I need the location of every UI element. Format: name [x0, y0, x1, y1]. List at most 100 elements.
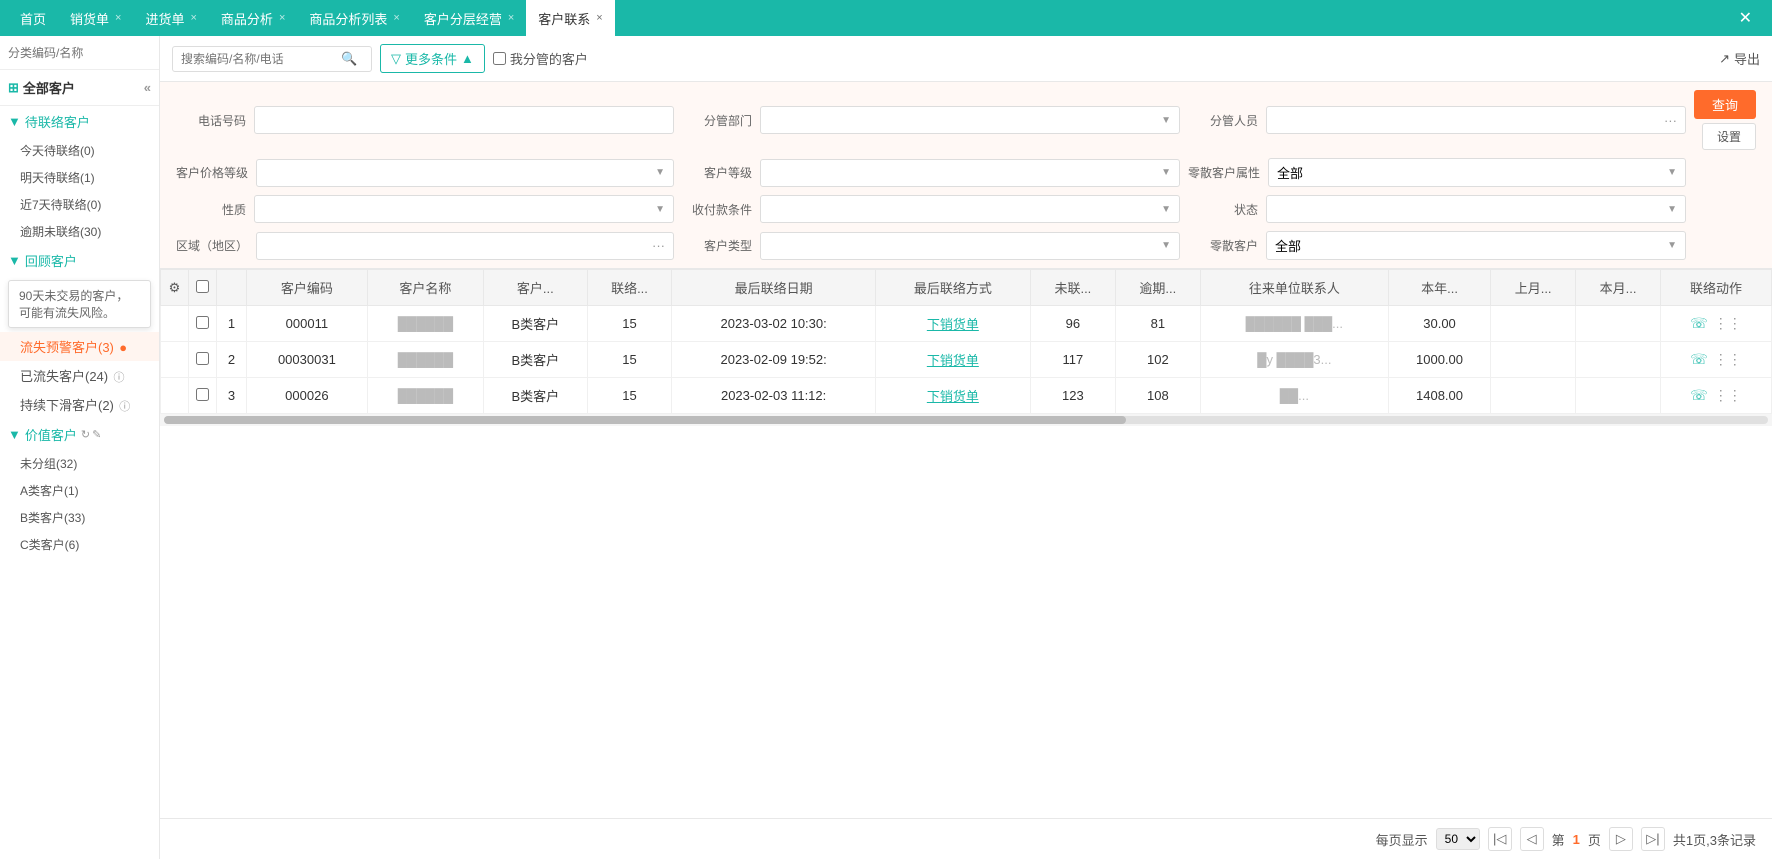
- sidebar-section-pending[interactable]: ▼ 待联络客户: [0, 106, 159, 137]
- settings-button[interactable]: 设置: [1702, 123, 1756, 150]
- toolbar-search-input[interactable]: [181, 52, 341, 66]
- sidebar-collapse-icon[interactable]: «: [144, 80, 151, 95]
- contact-action-icon[interactable]: ☏: [1690, 387, 1708, 404]
- th-last-date[interactable]: 最后联络日期: [672, 270, 875, 306]
- filter-phone-input[interactable]: [254, 106, 674, 134]
- toolbar-search-icon[interactable]: 🔍: [341, 51, 357, 67]
- refresh-icon[interactable]: ↻: [81, 428, 90, 441]
- sidebar-search-input[interactable]: [8, 46, 160, 60]
- more-action-icon[interactable]: ⋮⋮: [1714, 387, 1742, 404]
- nav-tab-analysis-list[interactable]: 商品分析列表 ×: [297, 0, 411, 36]
- nav-tab-analysis[interactable]: 商品分析 ×: [209, 0, 297, 36]
- th-checkbox[interactable]: [189, 270, 217, 306]
- query-button[interactable]: 查询: [1694, 90, 1756, 119]
- nav-home[interactable]: 首页: [8, 0, 58, 36]
- my-customers-checkbox-label[interactable]: 我分管的客户: [493, 49, 588, 68]
- sidebar-all-customers[interactable]: ⊞ 全部客户 «: [0, 70, 159, 106]
- edit-icon[interactable]: ✎: [92, 428, 101, 441]
- per-page-select[interactable]: 50: [1436, 828, 1480, 850]
- nav-tab-purchase[interactable]: 进货单 ×: [133, 0, 208, 36]
- sidebar-item-churned[interactable]: 已流失客户(24) ⓘ: [0, 361, 159, 390]
- sidebar-item-tomorrow[interactable]: 明天待联络(1): [0, 164, 159, 191]
- filter-region-input[interactable]: ···: [256, 232, 674, 260]
- filter-status-select[interactable]: ▼: [1266, 195, 1686, 223]
- th-code[interactable]: 客户编码: [247, 270, 368, 306]
- sidebar-item-today[interactable]: 今天待联络(0): [0, 137, 159, 164]
- first-page-button[interactable]: |◁: [1488, 827, 1512, 851]
- sidebar-item-b-class[interactable]: B类客户(33): [0, 504, 159, 531]
- nav-tab-sales[interactable]: 销货单 ×: [58, 0, 133, 36]
- more-action-icon[interactable]: ⋮⋮: [1714, 315, 1742, 332]
- scrollbar-thumb[interactable]: [164, 416, 1126, 424]
- th-overdue[interactable]: 逾期...: [1115, 270, 1200, 306]
- cell-contacts: 15: [587, 378, 672, 414]
- sidebar-item-overdue[interactable]: 逾期未联络(30): [0, 218, 159, 245]
- sidebar-item-c-class[interactable]: C类客户(6): [0, 531, 159, 558]
- row-checkbox[interactable]: [196, 352, 209, 365]
- filter-retail-attr-select[interactable]: 全部 ▼: [1268, 158, 1686, 187]
- filter-dept-select[interactable]: ▼: [760, 106, 1180, 134]
- th-settings[interactable]: ⚙: [161, 270, 189, 306]
- close-tab-analysis-list-icon[interactable]: ×: [393, 12, 399, 24]
- sidebar-item-ungrouped[interactable]: 未分组(32): [0, 450, 159, 477]
- empty-action-col-2: [1694, 195, 1756, 223]
- chevron-down-icon-2: ▼: [655, 167, 665, 178]
- filter-nature-select[interactable]: ▼: [254, 195, 674, 223]
- sidebar-item-7days[interactable]: 近7天待联络(0): [0, 191, 159, 218]
- filter-customer-type-select[interactable]: ▼: [760, 232, 1180, 260]
- cell-contact-person: ██...: [1200, 378, 1388, 414]
- filter-price-tier-select[interactable]: ▼: [256, 159, 674, 187]
- th-type[interactable]: 客户...: [484, 270, 587, 306]
- cell-last-method[interactable]: 下销货单: [875, 342, 1030, 378]
- cell-no-contact: 123: [1030, 378, 1115, 414]
- row-checkbox[interactable]: [196, 316, 209, 329]
- sidebar-item-churn-warning[interactable]: 流失预警客户(3) ●: [0, 332, 159, 361]
- contact-action-icon[interactable]: ☏: [1690, 315, 1708, 332]
- close-tab-customer-tier-icon[interactable]: ×: [508, 12, 514, 24]
- cell-checkbox[interactable]: [189, 342, 217, 378]
- contact-action-icon[interactable]: ☏: [1690, 351, 1708, 368]
- sidebar-section-review[interactable]: ▼ 回顾客户: [0, 245, 159, 276]
- filter-customer-tier-select[interactable]: ▼: [760, 159, 1180, 187]
- filter-person-input[interactable]: ···: [1266, 106, 1686, 134]
- th-contact-person[interactable]: 往来单位联系人: [1200, 270, 1388, 306]
- filter-retail-customer-select[interactable]: 全部 ▼: [1266, 231, 1686, 260]
- th-last-month[interactable]: 上月...: [1491, 270, 1576, 306]
- last-page-button[interactable]: ▷|: [1641, 827, 1665, 851]
- phone-input-field[interactable]: [263, 113, 665, 127]
- row-checkbox[interactable]: [196, 388, 209, 401]
- my-customers-checkbox[interactable]: [493, 52, 506, 65]
- sidebar-section-value[interactable]: ▼ 价值客户 ↻ ✎: [0, 419, 159, 450]
- select-all-checkbox[interactable]: [196, 280, 209, 293]
- nav-tab-customer-contact[interactable]: 客户联系 ×: [526, 0, 614, 36]
- window-close-button[interactable]: ✕: [1727, 8, 1764, 28]
- cell-checkbox[interactable]: [189, 306, 217, 342]
- cell-last-method[interactable]: 下销货单: [875, 306, 1030, 342]
- close-tab-sales-icon[interactable]: ×: [115, 12, 121, 24]
- th-current-month[interactable]: 本月...: [1576, 270, 1661, 306]
- horizontal-scrollbar[interactable]: [160, 414, 1772, 426]
- th-name[interactable]: 客户名称: [367, 270, 483, 306]
- cell-last-month: [1491, 342, 1576, 378]
- next-page-button[interactable]: ▷: [1609, 827, 1633, 851]
- th-last-method[interactable]: 最后联络方式: [875, 270, 1030, 306]
- sidebar-item-declining[interactable]: 持续下滑客户(2) ⓘ: [0, 390, 159, 419]
- nav-tab-customer-tier[interactable]: 客户分层经营 ×: [412, 0, 526, 36]
- close-tab-purchase-icon[interactable]: ×: [190, 12, 196, 24]
- more-options-icon[interactable]: ···: [1664, 113, 1677, 128]
- th-current-year[interactable]: 本年...: [1388, 270, 1490, 306]
- cell-checkbox[interactable]: [189, 378, 217, 414]
- export-button[interactable]: ↗ 导出: [1719, 49, 1760, 68]
- more-filters-button[interactable]: ▽ 更多条件 ▲: [380, 44, 485, 73]
- th-no-contact[interactable]: 未联...: [1030, 270, 1115, 306]
- prev-page-button[interactable]: ◁: [1520, 827, 1544, 851]
- sidebar-item-a-class[interactable]: A类客户(1): [0, 477, 159, 504]
- close-tab-customer-contact-icon[interactable]: ×: [596, 12, 602, 24]
- more-options-icon-2[interactable]: ···: [652, 238, 665, 253]
- close-tab-analysis-icon[interactable]: ×: [279, 12, 285, 24]
- cell-last-date: 2023-02-03 11:12:: [672, 378, 875, 414]
- filter-payment-select[interactable]: ▼: [760, 195, 1180, 223]
- more-action-icon[interactable]: ⋮⋮: [1714, 351, 1742, 368]
- cell-last-method[interactable]: 下销货单: [875, 378, 1030, 414]
- th-contacts[interactable]: 联络...: [587, 270, 672, 306]
